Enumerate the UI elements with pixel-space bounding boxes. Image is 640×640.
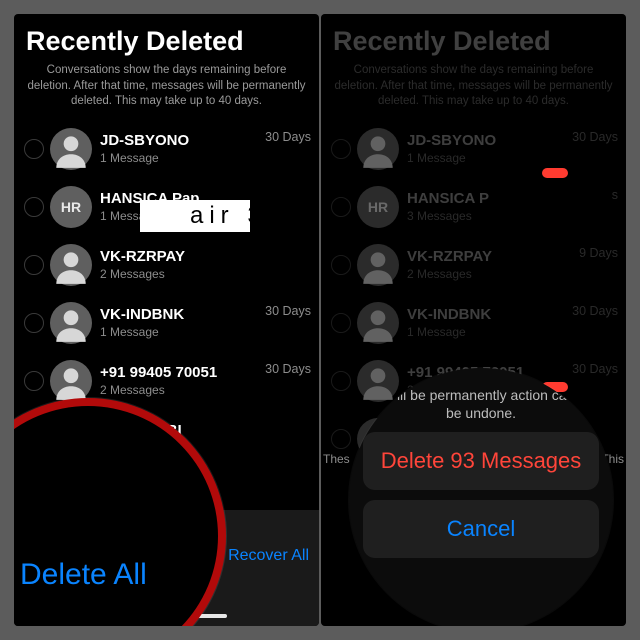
list-item[interactable]: VK-INDBNK 1 Message 30 Days <box>14 294 319 352</box>
recover-all-button[interactable]: Recover All <box>228 547 309 565</box>
select-ring[interactable] <box>24 197 44 217</box>
message-count: 1 Message <box>100 151 261 165</box>
days-remaining: 30 Days <box>265 302 311 318</box>
page-subtitle: Conversations show the days remaining be… <box>321 63 626 120</box>
contact-name: VK-INDBNK <box>100 306 261 323</box>
delete-messages-button[interactable]: Delete 93 Messages <box>363 432 599 490</box>
list-item[interactable]: JD-SBYONO 1 Message 30 Days <box>321 120 626 178</box>
avatar <box>357 244 399 286</box>
contact-name: +91 99405 70051 <box>100 364 261 381</box>
list-item[interactable]: JD-SBYONO 1 Message 30 Days <box>14 120 319 178</box>
select-ring[interactable] <box>331 429 351 449</box>
select-ring[interactable] <box>24 371 44 391</box>
avatar <box>50 128 92 170</box>
select-ring[interactable] <box>24 255 44 275</box>
list-item[interactable]: VK-RZRPAY 2 Messages 9 Days <box>321 236 626 294</box>
cancel-button[interactable]: Cancel <box>363 500 599 558</box>
redaction-mark <box>542 168 568 178</box>
avatar: HR <box>357 186 399 228</box>
select-ring[interactable] <box>331 313 351 333</box>
message-count: 3 Messages <box>407 209 608 223</box>
page-subtitle: Conversations show the days remaining be… <box>14 63 319 120</box>
days-remaining: 30 Days <box>572 302 618 318</box>
select-ring[interactable] <box>331 197 351 217</box>
select-ring[interactable] <box>24 313 44 333</box>
message-count: 2 Messages <box>100 267 307 281</box>
avatar <box>357 302 399 344</box>
delete-all-magnified[interactable]: Delete All <box>20 558 147 592</box>
left-screenshot: Recently Deleted Conversations show the … <box>14 14 319 626</box>
avatar <box>357 128 399 170</box>
page-title: Recently Deleted <box>14 14 319 63</box>
message-count: 1 Message <box>407 151 568 165</box>
days-remaining: s <box>612 186 618 202</box>
sheet-info-left-frag: Thes <box>323 452 350 466</box>
days-remaining: 30 Days <box>265 360 311 376</box>
contact-name: JD-SBYONO <box>100 132 261 149</box>
days-remaining: 30 Days <box>265 128 311 144</box>
message-count: 2 Messages <box>407 267 575 281</box>
message-count: 1 Message <box>407 325 568 339</box>
sheet-info: es will be permanently action cannot be … <box>349 386 613 422</box>
contact-name: VK-INDBNK <box>407 306 568 323</box>
action-sheet-magnifier: es will be permanently action cannot be … <box>349 368 613 626</box>
right-screenshot: Recently Deleted Conversations show the … <box>321 14 626 626</box>
avatar: HR <box>50 186 92 228</box>
list-item[interactable]: HR HANSICA P 3 Messages s <box>321 178 626 236</box>
list-item[interactable]: VK-INDBNK 1 Message 30 Days <box>321 294 626 352</box>
contact-name: VK-RZRPAY <box>407 248 575 265</box>
days-remaining: 30 Days <box>572 128 618 144</box>
select-ring[interactable] <box>331 139 351 159</box>
avatar <box>50 360 92 402</box>
list-item[interactable]: VK-RZRPAY 2 Messages <box>14 236 319 294</box>
select-ring[interactable] <box>24 139 44 159</box>
contact-name: JD-SBYONO <box>407 132 568 149</box>
avatar <box>50 302 92 344</box>
select-ring[interactable] <box>331 371 351 391</box>
list-item[interactable]: +91 99405 70051 2 Messages 30 Days <box>14 352 319 410</box>
message-count: 1 Message <box>100 325 261 339</box>
select-ring[interactable] <box>331 255 351 275</box>
days-remaining: 9 Days <box>579 244 618 260</box>
days-remaining: 30 Days <box>572 360 618 376</box>
contact-name: VK-RZRPAY <box>100 248 307 265</box>
avatar <box>50 244 92 286</box>
artifact-text: air 30 <box>190 202 286 230</box>
contact-name: HANSICA P <box>407 190 608 207</box>
page-title: Recently Deleted <box>321 14 626 63</box>
message-count: 2 Messages <box>100 383 261 397</box>
